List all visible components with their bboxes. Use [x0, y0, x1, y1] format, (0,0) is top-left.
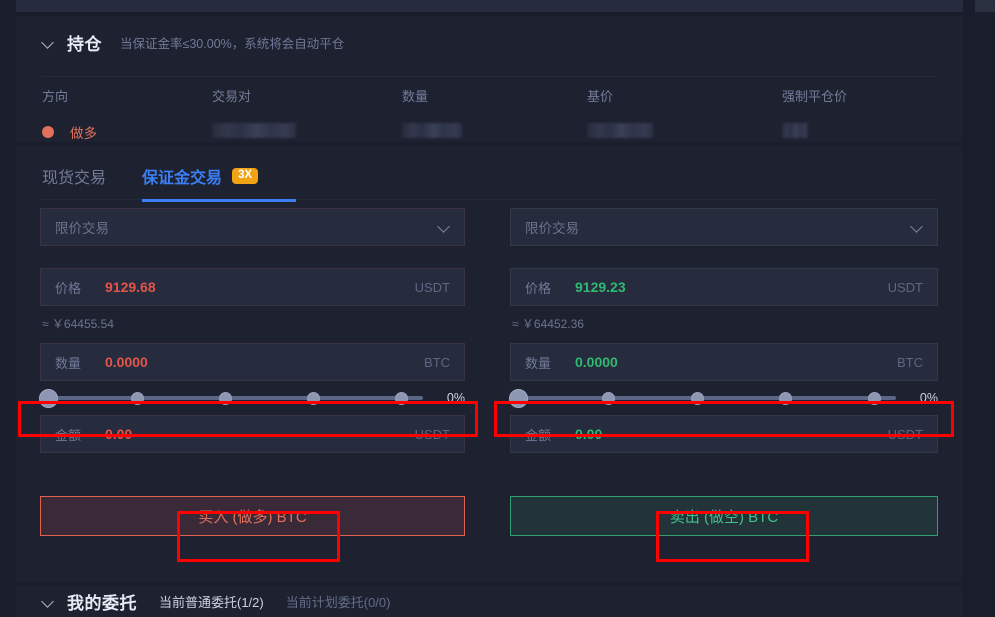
sell-price-value: 9129.23: [575, 279, 626, 295]
position-pair-cell: [212, 123, 402, 141]
buy-amount-label: 金额: [55, 427, 82, 443]
buy-price-field[interactable]: 价格 9129.68 USDT: [40, 268, 465, 306]
sell-quantity-unit: BTC: [897, 354, 923, 370]
buy-slider-tick-50[interactable]: [219, 391, 233, 405]
sell-price-label: 价格: [525, 280, 552, 296]
column-liquidation-price: 强制平仓价: [782, 88, 848, 104]
sell-short-button-label: 卖出 (做空) BTC: [669, 508, 779, 526]
buy-slider-tick-25[interactable]: [131, 391, 145, 405]
sell-slider-tick-100[interactable]: [867, 391, 881, 405]
top-strip: [0, 0, 995, 16]
column-base-price: 基价: [587, 88, 614, 104]
buy-price-approx: ≈ ￥64455.54: [42, 317, 114, 331]
sell-order-type-value: 限价交易: [525, 221, 579, 236]
sell-quantity-field[interactable]: 数量 0.0000 BTC: [510, 343, 938, 381]
tab-margin-trading[interactable]: 保证金交易 3X: [142, 154, 297, 202]
sell-quantity-value: 0.0000: [575, 354, 618, 370]
right-gutter: [963, 16, 995, 617]
buy-order-form: 限价交易 价格 9129.68 USDT ≈ ￥64455.54 数量 0.00…: [16, 208, 489, 536]
top-strip-corner: [975, 0, 995, 12]
tab-current-normal-orders[interactable]: 当前普通委托(1/2): [159, 592, 264, 611]
orders-header: 我的委托 当前普通委托(1/2) 当前计划委托(0/0): [16, 586, 963, 617]
sell-order-type-select[interactable]: 限价交易: [510, 208, 938, 246]
sell-slider-percent: 0%: [919, 391, 938, 405]
sell-amount-value: 0.00: [575, 426, 603, 442]
position-liquidation-cell: [782, 123, 942, 141]
orders-title: 我的委托: [67, 594, 137, 613]
position-panel: 持仓 当保证金率≤30.00%，系统将会自动平仓 方向 交易对 数量 基价 强制…: [16, 16, 963, 142]
position-header: 持仓 当保证金率≤30.00%，系统将会自动平仓: [16, 16, 963, 68]
sell-quantity-label: 数量: [525, 355, 552, 371]
buy-long-button-label: 买入 (做多) BTC: [198, 508, 307, 526]
order-forms: 限价交易 价格 9129.68 USDT ≈ ￥64455.54 数量 0.00…: [16, 208, 963, 536]
tab-current-planned-orders[interactable]: 当前计划委托(0/0): [286, 592, 391, 611]
buy-price-value: 9129.68: [105, 279, 156, 295]
buy-slider-tick-100[interactable]: [395, 391, 409, 405]
sell-order-form: 限价交易 价格 9129.23 USDT ≈ ￥64452.36 数量 0.00…: [489, 208, 962, 536]
sell-price-field[interactable]: 价格 9129.23 USDT: [510, 268, 938, 306]
position-title: 持仓: [67, 34, 102, 54]
buy-price-unit: USDT: [414, 279, 450, 295]
redacted-value: [212, 123, 296, 138]
table-row[interactable]: 做多: [16, 114, 963, 150]
orders-panel: 我的委托 当前普通委托(1/2) 当前计划委托(0/0): [16, 586, 963, 617]
margin-warning-text: 当保证金率≤30.00%，系统将会自动平仓: [120, 36, 345, 51]
buy-amount-value: 0.00: [105, 426, 133, 442]
buy-amount-unit: USDT: [414, 426, 450, 442]
top-strip-inner: [16, 0, 963, 12]
chevron-down-icon: [911, 221, 923, 233]
buy-order-type-value: 限价交易: [55, 221, 109, 236]
position-direction-cell: 做多: [16, 122, 212, 142]
redacted-value: [782, 123, 808, 138]
trade-tabs: 现货交易 保证金交易 3X: [16, 154, 963, 206]
position-quantity-cell: [402, 123, 587, 141]
position-table-header: 方向 交易对 数量 基价 强制平仓价: [16, 76, 963, 114]
buy-quantity-label: 数量: [55, 355, 82, 371]
buy-long-button[interactable]: 买入 (做多) BTC: [40, 496, 465, 536]
sell-amount-unit: USDT: [887, 426, 923, 442]
tab-margin-trading-label: 保证金交易: [142, 170, 223, 187]
sell-amount-field[interactable]: 金额 0.00 USDT: [510, 415, 938, 453]
sell-slider-tick-75[interactable]: [779, 391, 793, 405]
column-pair: 交易对: [212, 88, 252, 104]
position-base-price-cell: [587, 123, 782, 141]
tab-spot-trading-label: 现货交易: [42, 170, 107, 187]
column-quantity: 数量: [402, 88, 429, 104]
buy-percent-slider[interactable]: 0%: [38, 381, 465, 415]
chevron-down-icon: [438, 221, 450, 233]
chevron-down-icon[interactable]: [42, 595, 55, 608]
redacted-value: [402, 123, 462, 138]
buy-quantity-field[interactable]: 数量 0.0000 BTC: [40, 343, 465, 381]
leverage-badge: 3X: [232, 167, 259, 185]
position-direction-label: 做多: [70, 126, 97, 141]
position-table: 方向 交易对 数量 基价 强制平仓价 做多: [16, 76, 963, 150]
sell-amount-label: 金额: [525, 427, 552, 443]
buy-slider-thumb[interactable]: [38, 388, 58, 408]
sell-price-unit: USDT: [887, 279, 923, 295]
sell-slider-track: [518, 396, 896, 400]
sell-slider-thumb[interactable]: [508, 388, 528, 408]
chevron-down-icon[interactable]: [42, 36, 55, 49]
buy-order-type-select[interactable]: 限价交易: [40, 208, 465, 246]
buy-amount-field[interactable]: 金额 0.00 USDT: [40, 415, 465, 453]
margin-trading-screen: 持仓 当保证金率≤30.00%，系统将会自动平仓 方向 交易对 数量 基价 强制…: [0, 0, 995, 617]
sell-percent-slider[interactable]: 0%: [508, 381, 938, 415]
buy-slider-track-area[interactable]: [38, 388, 431, 408]
sell-slider-track-area[interactable]: [508, 388, 904, 408]
trade-panel: 现货交易 保证金交易 3X 限价交易 价格 9129.68 USDT ≈ ￥64…: [16, 146, 963, 582]
buy-slider-tick-75[interactable]: [307, 391, 321, 405]
sell-short-button[interactable]: 卖出 (做空) BTC: [510, 496, 938, 536]
buy-slider-track: [48, 396, 423, 400]
buy-quantity-unit: BTC: [424, 354, 450, 370]
sell-price-approx: ≈ ￥64452.36: [512, 317, 584, 331]
sell-slider-tick-50[interactable]: [690, 391, 704, 405]
tab-spot-trading[interactable]: 现货交易: [42, 154, 106, 202]
buy-slider-percent: 0%: [446, 391, 465, 405]
buy-price-label: 价格: [55, 280, 82, 296]
long-indicator-icon: [42, 126, 54, 138]
buy-quantity-value: 0.0000: [105, 354, 148, 370]
redacted-value: [587, 123, 653, 138]
sell-slider-tick-25[interactable]: [602, 391, 615, 405]
column-direction: 方向: [42, 88, 69, 104]
